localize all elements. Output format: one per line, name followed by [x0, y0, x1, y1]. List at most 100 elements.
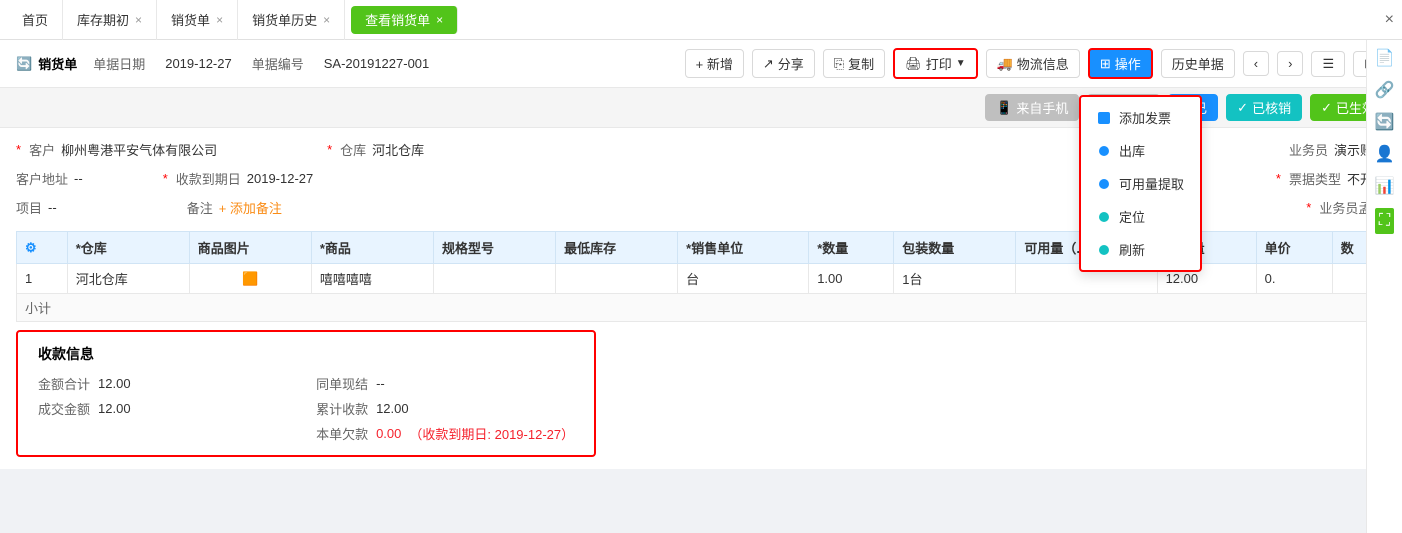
doc-actions: + 新增 ↗ 分享 ⎘ 复制 🖨 打印 ▼ 🚚 物流信息 ⊞ 操作 历史单据 ‹…	[685, 48, 1386, 79]
sidebar-expand-icon[interactable]: ⛶	[1375, 208, 1394, 234]
cell-pkg: 1台	[894, 264, 1016, 294]
doc-meta: 单据日期 2019-12-27 单据编号 SA-20191227-001	[93, 54, 429, 73]
print-dropdown-icon: ▼	[956, 58, 966, 69]
add-invoice-item[interactable]: 添加发票	[1081, 101, 1200, 134]
refresh-icon	[1097, 243, 1111, 257]
address-field: 客户地址 --	[16, 169, 83, 188]
close-tab-sales[interactable]: ×	[216, 13, 223, 27]
sidebar-link-icon[interactable]: 🔗	[1375, 80, 1395, 100]
warehouse-field: * 仓库 河北仓库	[327, 140, 424, 159]
outbound-item[interactable]: 出库	[1081, 134, 1200, 167]
doc-title-section: 🔄 销货单	[16, 54, 77, 73]
project-field: 项目 --	[16, 198, 57, 217]
payment-date-value[interactable]: 2019-12-27	[247, 171, 314, 186]
col-product: *商品	[311, 232, 433, 264]
col-pkg: 包装数量	[894, 232, 1016, 264]
tab-inventory-init[interactable]: 库存期初 ×	[63, 0, 157, 40]
project-value[interactable]: --	[48, 200, 57, 215]
history-button[interactable]: 历史单据	[1161, 49, 1235, 78]
payment-title: 收款信息	[38, 344, 574, 364]
amount-row: 金额合计 12.00	[38, 374, 296, 393]
customer-field: * 客户 柳州粤港平安气体有限公司	[16, 140, 217, 159]
refresh-item[interactable]: 刷新	[1081, 233, 1200, 266]
view1-button[interactable]: ☰	[1311, 51, 1345, 77]
sidebar-refresh-icon[interactable]: 🔄	[1375, 112, 1395, 132]
subtotal-row: 小计	[17, 294, 1386, 322]
cell-no: 1	[17, 264, 68, 294]
sold-out-button[interactable]: ✓ 已核销	[1226, 94, 1302, 121]
copy-button[interactable]: ⎘ 复制	[823, 49, 885, 78]
payment-grid: 金额合计 12.00 同单现结 -- 成交金额 12.00 累计收款 12.00…	[38, 374, 574, 443]
tab-bar: 首页 库存期初 × 销货单 × 销货单历史 × 查看销货单 × ×	[0, 0, 1402, 40]
cell-price: 0.	[1256, 264, 1332, 294]
warehouse-value[interactable]: 河北仓库	[372, 140, 424, 159]
tab-sales-order[interactable]: 销货单 ×	[157, 0, 238, 40]
truck-icon: 🚚	[997, 56, 1013, 72]
tab-sales-history[interactable]: 销货单历史 ×	[238, 0, 345, 40]
cell-image: 🟧	[189, 264, 311, 294]
print-icon: 🖨	[905, 56, 922, 72]
same-order-value: --	[376, 376, 385, 391]
col-settings[interactable]: ⚙	[17, 232, 68, 264]
deal-amount-row: 成交金额 12.00	[38, 399, 296, 418]
doc-header: 🔄 销货单 单据日期 2019-12-27 单据编号 SA-20191227-0…	[0, 40, 1402, 88]
outbound-icon	[1097, 144, 1111, 158]
sidebar-doc-icon[interactable]: 📄	[1375, 48, 1395, 68]
payment-info-box: 收款信息 金额合计 12.00 同单现结 -- 成交金额 12.00 累计收款 …	[16, 330, 596, 457]
from-phone-button[interactable]: 📱 来自手机	[985, 94, 1079, 121]
cumulative-value: 12.00	[376, 401, 409, 416]
share-button[interactable]: ↗ 分享	[752, 49, 815, 78]
sold-icon: ✓	[1237, 100, 1248, 116]
settings-icon: ⚙	[25, 240, 37, 255]
col-qty: *数量	[809, 232, 894, 264]
owe-row: 本单欠款 0.00 （收款到期日: 2019-12-27）	[316, 424, 574, 443]
col-price: 单价	[1256, 232, 1332, 264]
print-button[interactable]: 🖨 打印 ▼	[893, 48, 977, 79]
cell-min-stock	[556, 264, 678, 294]
sidebar-user-icon[interactable]: 👤	[1375, 144, 1395, 164]
logistics-button[interactable]: 🚚 物流信息	[986, 49, 1080, 78]
no-label: 单据编号	[252, 54, 304, 73]
cell-spec	[433, 264, 555, 294]
customer-value[interactable]: 柳州粤港平安气体有限公司	[61, 140, 217, 159]
close-tab-inventory[interactable]: ×	[135, 13, 142, 27]
prev-button[interactable]: ‹	[1243, 51, 1269, 76]
cell-warehouse: 河北仓库	[67, 264, 189, 294]
owe-value: 0.00	[376, 426, 401, 441]
close-tab-view[interactable]: ×	[436, 13, 443, 27]
deal-amount-value: 12.00	[98, 401, 131, 416]
owe-note: （收款到期日: 2019-12-27）	[409, 424, 574, 443]
close-tab-history[interactable]: ×	[323, 13, 330, 27]
subtotal-label: 小计	[17, 294, 1386, 322]
right-sidebar: 📄 🔗 🔄 👤 📊 ⛶	[1366, 40, 1402, 533]
available-extract-item[interactable]: 可用量提取	[1081, 167, 1200, 200]
col-spec: 规格型号	[433, 232, 555, 264]
close-window-button[interactable]: ×	[1385, 11, 1394, 29]
add-remark-button[interactable]: + 添加备注	[219, 198, 282, 217]
cell-qty: 1.00	[809, 264, 894, 294]
tab-view-sales[interactable]: 查看销货单 ×	[351, 6, 458, 34]
tab-home[interactable]: 首页	[8, 0, 63, 40]
cell-product: 嘻嘻嘻嘻	[311, 264, 433, 294]
address-value[interactable]: --	[74, 171, 83, 186]
grid-icon: ⊞	[1100, 56, 1111, 72]
new-button[interactable]: + 新增	[685, 49, 744, 78]
product-image: 🟧	[242, 271, 258, 286]
share-icon: ↗	[763, 56, 774, 72]
copy-icon: ⎘	[834, 56, 844, 72]
no-value: SA-20191227-001	[324, 56, 430, 71]
col-unit: *销售单位	[678, 232, 809, 264]
same-order-row: 同单现结 --	[316, 374, 574, 393]
locate-item[interactable]: 定位	[1081, 200, 1200, 233]
col-image: 商品图片	[189, 232, 311, 264]
next-button[interactable]: ›	[1277, 51, 1303, 76]
phone-icon: 📱	[996, 100, 1012, 116]
sidebar-chart-icon[interactable]: 📊	[1375, 176, 1395, 196]
extract-icon	[1097, 177, 1111, 191]
operate-button[interactable]: ⊞ 操作	[1088, 48, 1153, 79]
locate-icon	[1097, 210, 1111, 224]
doc-title: 销货单	[38, 54, 77, 73]
amount-value: 12.00	[98, 376, 131, 391]
payment-date-field: * 收款到期日 2019-12-27	[163, 169, 314, 188]
remark-field: 备注 + 添加备注	[187, 198, 282, 217]
